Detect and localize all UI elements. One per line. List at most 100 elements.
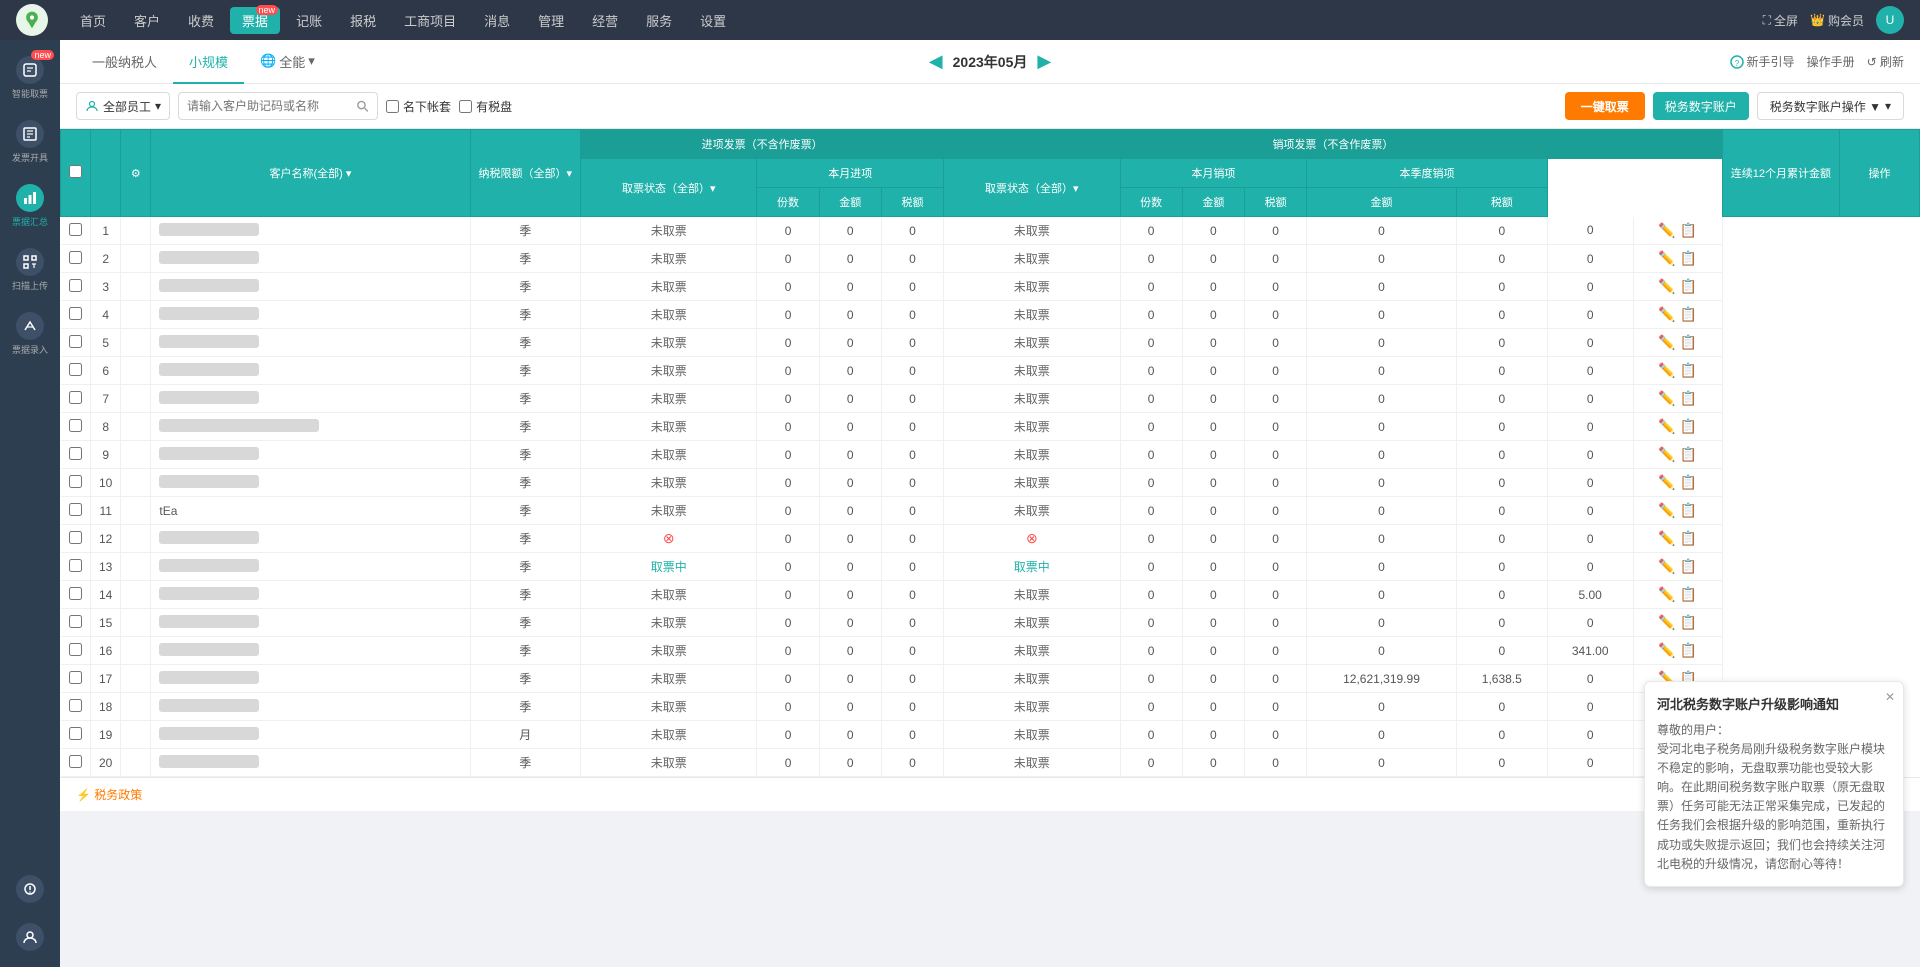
edit-icon[interactable]: ✏️ — [1658, 502, 1675, 519]
select-all-checkbox[interactable] — [69, 165, 82, 178]
row-customer[interactable] — [151, 385, 470, 413]
row-checkbox[interactable] — [69, 307, 82, 320]
row-customer[interactable] — [151, 553, 470, 581]
edit-icon[interactable]: ✏️ — [1658, 418, 1675, 435]
prev-month-btn[interactable]: ◀ — [929, 51, 943, 72]
row-customer[interactable] — [151, 721, 470, 749]
next-month-btn[interactable]: ▶ — [1037, 51, 1051, 72]
copy-icon[interactable]: 📋 — [1680, 362, 1697, 379]
edit-icon[interactable]: ✏️ — [1658, 586, 1675, 603]
sidebar-item-summary[interactable]: 票据汇总 — [4, 176, 56, 236]
row-customer[interactable] — [151, 637, 470, 665]
copy-icon[interactable]: 📋 — [1680, 222, 1697, 239]
ledger-checkbox-label[interactable]: 名下帐套 — [386, 98, 451, 115]
guide-btn[interactable]: ? 新手引导 — [1730, 53, 1795, 70]
copy-icon[interactable]: 📋 — [1680, 642, 1697, 659]
edit-icon[interactable]: ✏️ — [1658, 278, 1675, 295]
row-checkbox[interactable] — [69, 503, 82, 516]
nav-fee[interactable]: 收费 — [176, 7, 226, 34]
ledger-checkbox[interactable] — [386, 100, 399, 113]
row-customer[interactable] — [151, 749, 470, 777]
copy-icon[interactable]: 📋 — [1680, 250, 1697, 267]
row-checkbox[interactable] — [69, 223, 82, 236]
nav-service[interactable]: 服务 — [634, 7, 684, 34]
row-checkbox[interactable] — [69, 363, 82, 376]
row-customer[interactable] — [151, 581, 470, 609]
row-checkbox[interactable] — [69, 419, 82, 432]
copy-icon[interactable]: 📋 — [1680, 446, 1697, 463]
row-customer[interactable] — [151, 273, 470, 301]
row-checkbox[interactable] — [69, 699, 82, 712]
tab-small-scale[interactable]: 小规模 — [173, 40, 244, 84]
fullscreen-btn[interactable]: ⛶ 全屏 — [1763, 12, 1798, 29]
row-customer[interactable] — [151, 665, 470, 693]
row-checkbox[interactable] — [69, 671, 82, 684]
sidebar-item-smart-fetch[interactable]: 智能取票 new — [4, 48, 56, 108]
nav-operation[interactable]: 经营 — [580, 7, 630, 34]
edit-icon[interactable]: ✏️ — [1658, 474, 1675, 491]
edit-icon[interactable]: ✏️ — [1658, 222, 1675, 239]
one-click-fetch-btn[interactable]: 一键取票 — [1565, 92, 1645, 120]
sidebar-item-entry[interactable]: 票据录入 — [4, 304, 56, 364]
nav-business[interactable]: 工商项目 — [392, 7, 468, 34]
digital-tax-btn[interactable]: 税务数字账户 — [1653, 92, 1749, 120]
edit-icon[interactable]: ✏️ — [1658, 362, 1675, 379]
notification-close-btn[interactable]: ✕ — [1885, 690, 1895, 704]
refresh-btn[interactable]: ↺ 刷新 — [1867, 53, 1904, 70]
nav-settings[interactable]: 设置 — [688, 7, 738, 34]
row-customer[interactable] — [151, 609, 470, 637]
row-checkbox[interactable] — [69, 559, 82, 572]
row-customer[interactable] — [151, 469, 470, 497]
row-checkbox[interactable] — [69, 755, 82, 768]
edit-icon[interactable]: ✏️ — [1658, 446, 1675, 463]
copy-icon[interactable]: 📋 — [1680, 418, 1697, 435]
copy-icon[interactable]: 📋 — [1680, 502, 1697, 519]
row-customer[interactable] — [151, 301, 470, 329]
col-settings-icon[interactable]: ⚙ — [121, 130, 151, 217]
edit-icon[interactable]: ✏️ — [1658, 334, 1675, 351]
copy-icon[interactable]: 📋 — [1680, 558, 1697, 575]
edit-icon[interactable]: ✏️ — [1658, 558, 1675, 575]
edit-icon[interactable]: ✏️ — [1658, 530, 1675, 547]
row-checkbox[interactable] — [69, 475, 82, 488]
copy-icon[interactable]: 📋 — [1680, 278, 1697, 295]
copy-icon[interactable]: 📋 — [1680, 614, 1697, 631]
row-checkbox[interactable] — [69, 251, 82, 264]
digital-ops-btn[interactable]: 税务数字账户操作 ▼ ▾ — [1757, 92, 1904, 120]
copy-icon[interactable]: 📋 — [1680, 474, 1697, 491]
sidebar-bottom-icon1[interactable] — [4, 867, 56, 911]
tab-general-taxpayer[interactable]: 一般纳税人 — [76, 40, 173, 84]
row-customer[interactable] — [151, 441, 470, 469]
col-out-status[interactable]: 取票状态（全部）▾ — [944, 159, 1120, 217]
manual-btn[interactable]: 操作手册 — [1807, 53, 1855, 70]
tax-policy-link[interactable]: ⚡ 税务政策 — [76, 786, 142, 803]
row-checkbox[interactable] — [69, 587, 82, 600]
edit-icon[interactable]: ✏️ — [1658, 390, 1675, 407]
row-checkbox[interactable] — [69, 615, 82, 628]
tab-all[interactable]: 🌐 全能 ▾ — [244, 40, 331, 84]
nav-manage[interactable]: 管理 — [526, 7, 576, 34]
employee-select[interactable]: 全部员工 ▾ — [76, 92, 170, 120]
nav-tax[interactable]: 报税 — [338, 7, 388, 34]
tax-disk-checkbox[interactable] — [459, 100, 472, 113]
sidebar-bottom-icon2[interactable] — [4, 915, 56, 959]
row-customer[interactable] — [151, 329, 470, 357]
row-customer[interactable] — [151, 245, 470, 273]
row-checkbox[interactable] — [69, 279, 82, 292]
member-btn[interactable]: 👑 购会员 — [1810, 12, 1864, 29]
col-customer-name[interactable]: 客户名称(全部) ▾ — [151, 130, 470, 217]
search-input[interactable] — [187, 99, 352, 113]
nav-customer[interactable]: 客户 — [122, 7, 172, 34]
col-in-status[interactable]: 取票状态（全部）▾ — [581, 159, 757, 217]
sidebar-item-open-invoice[interactable]: 发票开具 — [4, 112, 56, 172]
sidebar-item-scan[interactable]: 扫描上传 — [4, 240, 56, 300]
copy-icon[interactable]: 📋 — [1680, 390, 1697, 407]
row-checkbox[interactable] — [69, 531, 82, 544]
nav-accounting[interactable]: 记账 — [284, 7, 334, 34]
user-avatar[interactable]: U — [1876, 6, 1904, 34]
row-customer[interactable] — [151, 217, 470, 245]
row-checkbox[interactable] — [69, 643, 82, 656]
copy-icon[interactable]: 📋 — [1680, 334, 1697, 351]
edit-icon[interactable]: ✏️ — [1658, 614, 1675, 631]
row-customer[interactable] — [151, 413, 470, 441]
